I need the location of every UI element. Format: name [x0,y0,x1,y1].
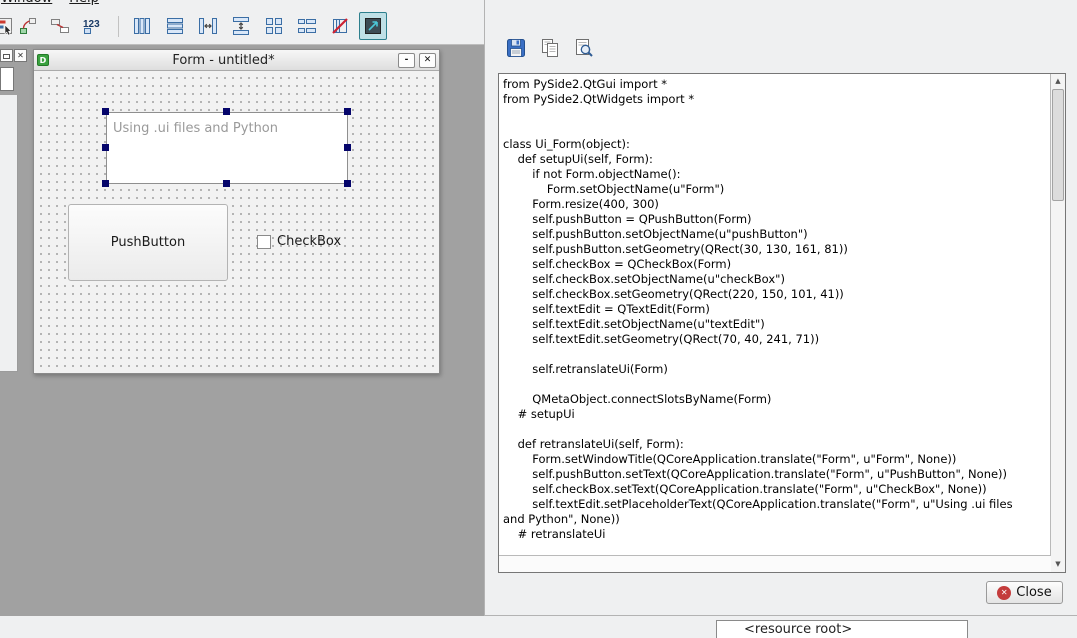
edit-signals-slots-icon [17,15,39,37]
adjust-size-icon [362,15,384,37]
textedit-widget[interactable]: Using .ui files and Python [106,112,348,184]
form-designer-window: D Form - untitled* - ✕ Using .ui files a… [33,49,440,374]
copy-icon [539,37,561,59]
float-icon [3,54,10,59]
edit-buddies-button[interactable] [46,12,74,40]
menu-help[interactable]: Help [69,0,99,6]
qt-designer-app: Window Help [0,0,1077,638]
edit-tab-order-icon: 123 [81,15,103,37]
main-toolbar: 123 [0,12,484,42]
layout-vertically-icon [164,15,186,37]
layout-vertical-splitter-icon [230,15,252,37]
scroll-up-icon[interactable]: ▲ [1051,74,1065,88]
close-icon: ✕ [17,51,24,60]
selection-handle-nw[interactable] [102,108,109,115]
layout-form-button[interactable] [293,12,321,40]
break-layout-button[interactable] [326,12,354,40]
textedit-placeholder: Using .ui files and Python [113,121,278,136]
dialog-close-button[interactable]: ✕ Close [986,581,1063,604]
selection-handle-w[interactable] [102,144,109,151]
break-layout-icon [329,15,351,37]
layout-vertically-button[interactable] [161,12,189,40]
find-icon [573,37,595,59]
minimize-icon: - [405,55,409,65]
scrollbar-thumb[interactable] [1052,89,1064,201]
selection-handle-ne[interactable] [344,108,351,115]
close-button-label: Close [1016,585,1051,600]
close-circle-icon: ✕ [997,586,1011,600]
edit-buddies-icon [49,15,71,37]
copy-button[interactable] [537,35,563,61]
horizontal-scrollbar[interactable] [499,555,1051,572]
layout-vertical-splitter-button[interactable] [227,12,255,40]
form-window-title: Form - untitled* [53,53,394,68]
selection-handle-s[interactable] [223,180,230,187]
adjust-size-button[interactable] [359,12,387,40]
layout-grid-icon [263,15,285,37]
layout-horizontal-splitter-icon [197,15,219,37]
menu-window[interactable]: Window [1,0,52,6]
edit-widgets-icon [0,15,15,37]
menubar: Window Help [1,0,99,6]
pushbutton-widget[interactable]: PushButton [68,204,228,281]
dock-float-button[interactable] [0,49,13,62]
code-text: from PySide2.QtGui import * from PySide2… [499,74,1050,555]
layout-form-icon [296,15,318,37]
find-button[interactable] [571,35,597,61]
layout-horizontally-icon [131,15,153,37]
minimize-button[interactable]: - [398,53,415,68]
selection-handle-n[interactable] [223,108,230,115]
close-icon: ✕ [424,55,432,65]
widget-filter-fragment[interactable] [0,67,14,91]
vertical-scrollbar[interactable]: ▲ ▼ [1050,74,1065,572]
code-preview-dialog: from PySide2.QtGui import * from PySide2… [484,0,1077,616]
checkbox-indicator[interactable] [257,235,271,249]
widget-box-dock-fragment [0,95,18,372]
resource-root-item[interactable]: <resource root> [717,621,967,638]
checkbox-widget[interactable]: CheckBox [257,234,341,249]
scroll-down-icon[interactable]: ▼ [1051,557,1065,571]
edit-signals-slots-button[interactable] [14,12,42,40]
code-editor[interactable]: from PySide2.QtGui import * from PySide2… [498,73,1066,573]
layout-horizontal-splitter-button[interactable] [194,12,222,40]
edit-tab-order-button[interactable]: 123 [78,12,106,40]
toolbar-separator [118,16,119,37]
form-window-icon: D [37,54,49,66]
form-window-titlebar[interactable]: D Form - untitled* - ✕ [34,50,439,71]
code-dialog-toolbar [503,35,597,61]
checkbox-label: CheckBox [277,234,341,249]
window-close-button[interactable]: ✕ [419,53,436,68]
selection-handle-se[interactable] [344,180,351,187]
selection-handle-e[interactable] [344,144,351,151]
save-button[interactable] [503,35,529,61]
resource-browser-fragment: <resource root> [716,620,968,638]
layout-horizontally-button[interactable] [128,12,156,40]
save-icon [505,37,527,59]
selection-handle-sw[interactable] [102,180,109,187]
layout-grid-button[interactable] [260,12,288,40]
dock-close-button[interactable]: ✕ [14,49,27,62]
form-canvas[interactable]: Using .ui files and Python PushButton Ch… [34,71,439,373]
